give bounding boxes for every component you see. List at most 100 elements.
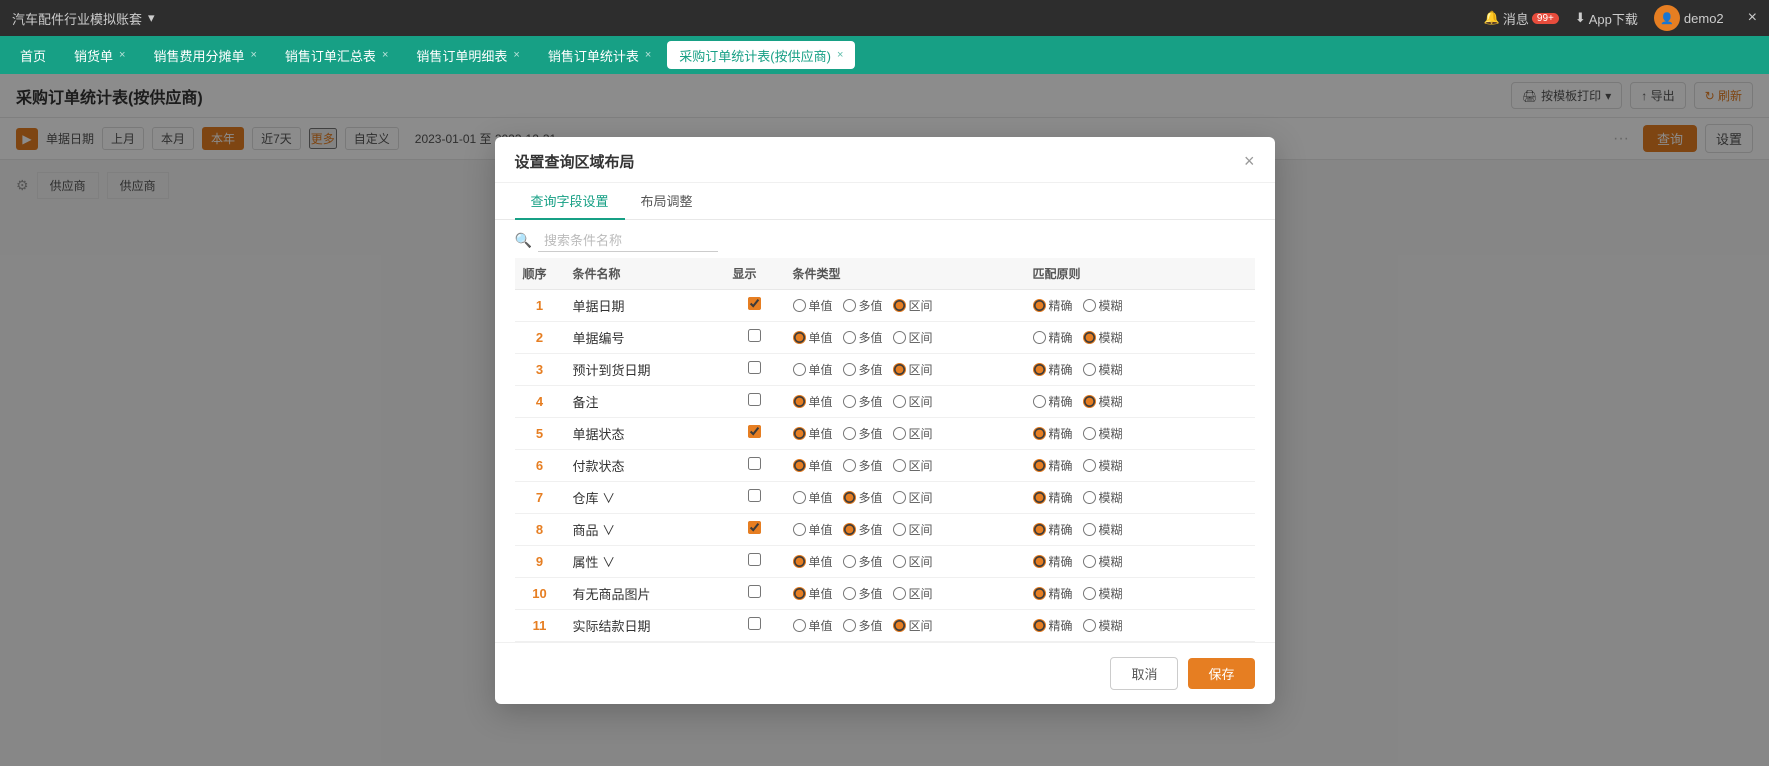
tab-layout-adjust[interactable]: 布局调整 (625, 183, 709, 220)
tab-query-fields[interactable]: 查询字段设置 (515, 183, 625, 220)
nav-tab-sales-stat1[interactable]: 销售订单汇总表 × (273, 41, 400, 69)
type-radio-type_multi[interactable]: 多值 (843, 297, 883, 314)
close-sales-stat2[interactable]: × (513, 49, 519, 61)
type-radio-type_multi[interactable]: 多值 (843, 553, 883, 570)
type-radio-type_range[interactable]: 区间 (893, 329, 933, 346)
close-sales-stat1[interactable]: × (382, 49, 388, 61)
match-radio-match_exact[interactable]: 精确 (1033, 489, 1073, 506)
type-radio-type_range[interactable]: 区间 (893, 521, 933, 538)
nav-tab-home[interactable]: 首页 (8, 41, 58, 69)
app-download[interactable]: ⬇ App下载 (1575, 9, 1638, 28)
match-radio-match_fuzzy[interactable]: 模糊 (1083, 585, 1123, 602)
type-radio-type_range[interactable]: 区间 (893, 489, 933, 506)
type-radio-type_range[interactable]: 区间 (893, 617, 933, 634)
type-radio-type_multi[interactable]: 多值 (843, 425, 883, 442)
type-radio-type_range[interactable]: 区间 (893, 297, 933, 314)
match-radio-match_exact[interactable]: 精确 (1033, 425, 1073, 442)
show-checkbox[interactable] (748, 361, 761, 374)
app-title-text: 汽车配件行业模拟账套 (12, 9, 142, 28)
show-checkbox[interactable] (748, 521, 761, 534)
row-type: 单值多值区间 (785, 417, 1025, 449)
match-radio-match_exact[interactable]: 精确 (1033, 329, 1073, 346)
type-radio-type_multi[interactable]: 多值 (843, 361, 883, 378)
match-radio-match_exact[interactable]: 精确 (1033, 457, 1073, 474)
nav-tab-sales-order[interactable]: 销货单 × (62, 41, 137, 69)
type-radio-type_single[interactable]: 单值 (793, 425, 833, 442)
nav-tab-purchase-stat[interactable]: 采购订单统计表(按供应商) × (667, 41, 855, 69)
show-checkbox[interactable] (748, 393, 761, 406)
type-radio-type_single[interactable]: 单值 (793, 361, 833, 378)
notifications[interactable]: 🔔 消息 99+ (1484, 9, 1559, 28)
match-radio-match_fuzzy[interactable]: 模糊 (1083, 521, 1123, 538)
show-checkbox[interactable] (748, 617, 761, 630)
type-radio-type_multi[interactable]: 多值 (843, 521, 883, 538)
type-radio-type_single[interactable]: 单值 (793, 297, 833, 314)
type-radio-type_multi[interactable]: 多值 (843, 585, 883, 602)
row-type: 单值多值区间 (785, 481, 1025, 513)
show-checkbox[interactable] (748, 297, 761, 310)
type-radio-type_multi[interactable]: 多值 (843, 329, 883, 346)
type-radio-type_multi[interactable]: 多值 (843, 457, 883, 474)
show-checkbox[interactable] (748, 329, 761, 342)
search-input[interactable] (538, 230, 718, 252)
user-menu[interactable]: 👤 demo2 (1654, 5, 1724, 31)
match-radio-match_exact[interactable]: 精确 (1033, 361, 1073, 378)
match-radio-match_exact[interactable]: 精确 (1033, 585, 1073, 602)
type-radio-type_range[interactable]: 区间 (893, 425, 933, 442)
type-radio-type_range[interactable]: 区间 (893, 361, 933, 378)
nav-tab-sales-expense[interactable]: 销售费用分摊单 × (141, 41, 268, 69)
type-radio-type_single[interactable]: 单值 (793, 489, 833, 506)
nav-tab-sales-stat3[interactable]: 销售订单统计表 × (536, 41, 663, 69)
match-radio-match_fuzzy[interactable]: 模糊 (1083, 617, 1123, 634)
row-show (725, 353, 785, 385)
dropdown-icon[interactable]: ▾ (148, 10, 155, 26)
match-radio-match_fuzzy[interactable]: 模糊 (1083, 361, 1123, 378)
type-radio-type_multi[interactable]: 多值 (843, 617, 883, 634)
match-radio-match_fuzzy[interactable]: 模糊 (1083, 489, 1123, 506)
type-radio-type_range[interactable]: 区间 (893, 553, 933, 570)
type-radio-type_single[interactable]: 单值 (793, 617, 833, 634)
match-radio-match_fuzzy[interactable]: 模糊 (1083, 329, 1123, 346)
type-radio-type_single[interactable]: 单值 (793, 457, 833, 474)
order-number: 7 (536, 490, 543, 505)
type-radio-type_single[interactable]: 单值 (793, 393, 833, 410)
show-checkbox[interactable] (748, 585, 761, 598)
match-radio-match_exact[interactable]: 精确 (1033, 521, 1073, 538)
close-sales-order[interactable]: × (119, 49, 125, 61)
match-radio-match_fuzzy[interactable]: 模糊 (1083, 425, 1123, 442)
type-radio-type_single[interactable]: 单值 (793, 553, 833, 570)
col-show: 显示 (725, 258, 785, 290)
close-sales-stat3[interactable]: × (645, 49, 651, 61)
row-match: 精确模糊 (1025, 385, 1255, 417)
match-radio-match_fuzzy[interactable]: 模糊 (1083, 457, 1123, 474)
save-button[interactable]: 保存 (1188, 658, 1254, 689)
close-purchase-stat[interactable]: × (837, 49, 843, 61)
match-radio-match_exact[interactable]: 精确 (1033, 393, 1073, 410)
row-condition-name: 单据编号 (565, 321, 725, 353)
col-name: 条件名称 (565, 258, 725, 290)
nav-tab-sales-stat2[interactable]: 销售订单明细表 × (404, 41, 531, 69)
match-radio-match_exact[interactable]: 精确 (1033, 297, 1073, 314)
type-radio-type_multi[interactable]: 多值 (843, 489, 883, 506)
match-radio-match_fuzzy[interactable]: 模糊 (1083, 297, 1123, 314)
type-radio-type_multi[interactable]: 多值 (843, 393, 883, 410)
show-checkbox[interactable] (748, 425, 761, 438)
close-sales-expense[interactable]: × (250, 49, 256, 61)
match-radio-match_exact[interactable]: 精确 (1033, 553, 1073, 570)
cancel-button[interactable]: 取消 (1110, 657, 1178, 690)
type-radio-type_range[interactable]: 区间 (893, 393, 933, 410)
match-radio-match_fuzzy[interactable]: 模糊 (1083, 553, 1123, 570)
order-number: 9 (536, 554, 543, 569)
match-radio-match_exact[interactable]: 精确 (1033, 617, 1073, 634)
show-checkbox[interactable] (748, 553, 761, 566)
type-radio-type_single[interactable]: 单值 (793, 521, 833, 538)
modal-close-button[interactable]: × (1244, 151, 1255, 172)
show-checkbox[interactable] (748, 457, 761, 470)
match-radio-match_fuzzy[interactable]: 模糊 (1083, 393, 1123, 410)
type-radio-type_range[interactable]: 区间 (893, 585, 933, 602)
show-checkbox[interactable] (748, 489, 761, 502)
type-radio-type_single[interactable]: 单值 (793, 585, 833, 602)
type-radio-type_single[interactable]: 单值 (793, 329, 833, 346)
top-close-button[interactable]: × (1748, 9, 1757, 27)
type-radio-type_range[interactable]: 区间 (893, 457, 933, 474)
